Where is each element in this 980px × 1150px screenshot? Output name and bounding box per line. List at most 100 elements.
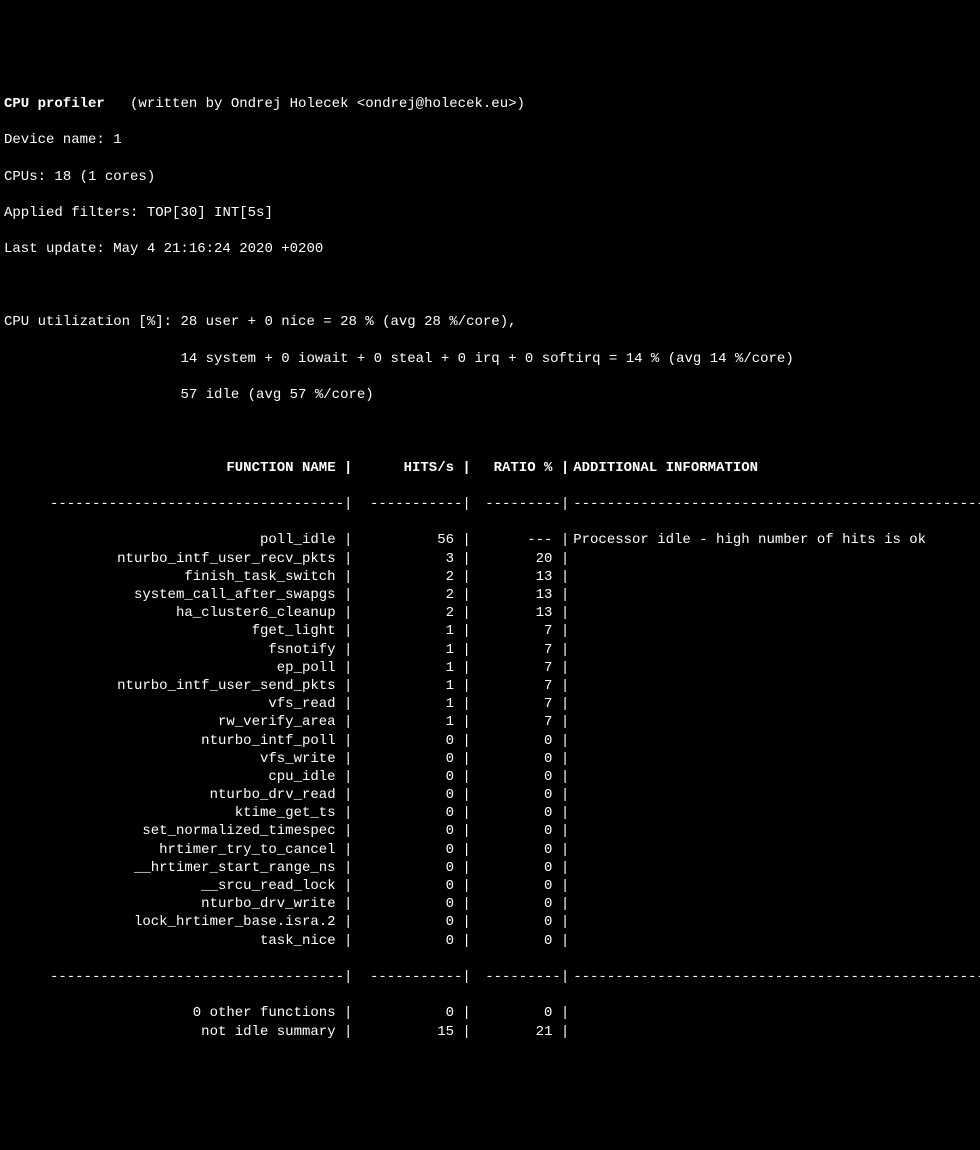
table-divider: -----------------------------------|----… xyxy=(4,968,976,986)
cell-fn: fsnotify xyxy=(4,641,344,659)
table-row: task_nice |0 |0 | xyxy=(4,932,976,950)
table-row: ktime_get_ts |0 |0 | xyxy=(4,804,976,822)
cell-hits: 3 xyxy=(352,550,462,568)
cell-ratio: 7 xyxy=(471,695,561,713)
table-header-row: FUNCTION NAME |HITS/s |RATIO % |ADDITION… xyxy=(4,459,976,477)
cpus-label: CPUs: xyxy=(4,169,54,185)
cell-ratio: 7 xyxy=(471,677,561,695)
cell-ratio: 0 xyxy=(471,768,561,786)
cell-fn: __srcu_read_lock xyxy=(4,877,344,895)
cell-fn: 0 other functions xyxy=(4,1004,344,1022)
cell-fn: ktime_get_ts xyxy=(4,804,344,822)
cell-ratio: 21 xyxy=(471,1023,561,1041)
cell-hits: 1 xyxy=(352,713,462,731)
table-row: not idle summary |15 |21 | xyxy=(4,1023,976,1041)
util-line1: 28 user + 0 nice = 28 % (avg 28 %/core), xyxy=(180,314,516,330)
cell-hits: 0 xyxy=(352,768,462,786)
table-row: hrtimer_try_to_cancel |0 |0 | xyxy=(4,841,976,859)
col-header-fn: FUNCTION NAME xyxy=(4,459,344,477)
cell-ratio: 7 xyxy=(471,713,561,731)
util-indent xyxy=(4,387,180,403)
cell-fn: nturbo_intf_user_send_pkts xyxy=(4,677,344,695)
cell-ratio: 20 xyxy=(471,550,561,568)
table-row: nturbo_intf_user_send_pkts |1 |7 | xyxy=(4,677,976,695)
cell-ratio: 0 xyxy=(471,750,561,768)
cell-hits: 2 xyxy=(352,586,462,604)
terminal-output: CPU profiler (written by Ondrej Holecek … xyxy=(4,77,976,1059)
cell-fn: cpu_idle xyxy=(4,768,344,786)
app-title: CPU profiler xyxy=(4,96,105,112)
cell-hits: 0 xyxy=(352,913,462,931)
cell-ratio: 0 xyxy=(471,913,561,931)
cell-hits: 1 xyxy=(352,695,462,713)
cell-ratio: 0 xyxy=(471,1004,561,1022)
cell-ratio: 7 xyxy=(471,641,561,659)
device-label: Device name: xyxy=(4,132,113,148)
cell-fn: nturbo_drv_write xyxy=(4,895,344,913)
cell-hits: 1 xyxy=(352,641,462,659)
cell-hits: 0 xyxy=(352,732,462,750)
table-row: ha_cluster6_cleanup |2 |13 | xyxy=(4,604,976,622)
col-header-info: ADDITIONAL INFORMATION xyxy=(569,459,758,477)
cell-hits: 2 xyxy=(352,568,462,586)
cell-ratio: 7 xyxy=(471,659,561,677)
cell-hits: 1 xyxy=(352,659,462,677)
table-row: vfs_write |0 |0 | xyxy=(4,750,976,768)
cell-hits: 0 xyxy=(352,877,462,895)
cell-hits: 0 xyxy=(352,786,462,804)
cell-fn: ha_cluster6_cleanup xyxy=(4,604,344,622)
cell-fn: fget_light xyxy=(4,622,344,640)
table-row: vfs_read |1 |7 | xyxy=(4,695,976,713)
cell-ratio: 0 xyxy=(471,877,561,895)
cell-hits: 0 xyxy=(352,841,462,859)
cell-hits: 2 xyxy=(352,604,462,622)
table-row: cpu_idle |0 |0 | xyxy=(4,768,976,786)
cell-fn: rw_verify_area xyxy=(4,713,344,731)
cell-fn: vfs_read xyxy=(4,695,344,713)
cell-ratio: 0 xyxy=(471,732,561,750)
util-line2: 14 system + 0 iowait + 0 steal + 0 irq +… xyxy=(180,351,793,367)
table-row: 0 other functions |0 |0 | xyxy=(4,1004,976,1022)
cell-fn: lock_hrtimer_base.isra.2 xyxy=(4,913,344,931)
cell-hits: 0 xyxy=(352,932,462,950)
util-line3: 57 idle (avg 57 %/core) xyxy=(180,387,373,403)
cell-info: Processor idle - high number of hits is … xyxy=(569,531,926,549)
update-label: Last update: xyxy=(4,241,113,257)
cell-ratio: 0 xyxy=(471,859,561,877)
cell-ratio: 13 xyxy=(471,568,561,586)
cpus-value: 18 (1 cores) xyxy=(54,169,155,185)
table-row: lock_hrtimer_base.isra.2 |0 |0 | xyxy=(4,913,976,931)
cell-ratio: 0 xyxy=(471,932,561,950)
cell-ratio: 0 xyxy=(471,804,561,822)
cell-ratio: 0 xyxy=(471,841,561,859)
cell-ratio: 0 xyxy=(471,895,561,913)
cell-fn: nturbo_drv_read xyxy=(4,786,344,804)
cell-ratio: 13 xyxy=(471,604,561,622)
table-row: __srcu_read_lock |0 |0 | xyxy=(4,877,976,895)
cell-fn: poll_idle xyxy=(4,531,344,549)
filters-label: Applied filters: xyxy=(4,205,147,221)
table-row: nturbo_drv_write |0 |0 | xyxy=(4,895,976,913)
cell-fn: vfs_write xyxy=(4,750,344,768)
cell-ratio: 0 xyxy=(471,822,561,840)
table-row: __hrtimer_start_range_ns |0 |0 | xyxy=(4,859,976,877)
filters-value: TOP[30] INT[5s] xyxy=(147,205,273,221)
col-header-ratio: RATIO % xyxy=(471,459,561,477)
cell-fn: task_nice xyxy=(4,932,344,950)
table-row: ep_poll |1 |7 | xyxy=(4,659,976,677)
cell-hits: 0 xyxy=(352,804,462,822)
table-row: fsnotify |1 |7 | xyxy=(4,641,976,659)
device-value: 1 xyxy=(113,132,121,148)
cell-fn: finish_task_switch xyxy=(4,568,344,586)
cell-fn: nturbo_intf_user_recv_pkts xyxy=(4,550,344,568)
cell-ratio: --- xyxy=(471,531,561,549)
cell-hits: 1 xyxy=(352,677,462,695)
cell-hits: 1 xyxy=(352,622,462,640)
table-row: finish_task_switch |2 |13 | xyxy=(4,568,976,586)
cell-ratio: 0 xyxy=(471,786,561,804)
app-author: (written by Ondrej Holecek <ondrej@holec… xyxy=(105,96,525,112)
util-indent xyxy=(4,351,180,367)
update-value: May 4 21:16:24 2020 +0200 xyxy=(113,241,323,257)
table-row: poll_idle |56 |--- |Processor idle - hig… xyxy=(4,531,976,549)
cell-hits: 0 xyxy=(352,750,462,768)
